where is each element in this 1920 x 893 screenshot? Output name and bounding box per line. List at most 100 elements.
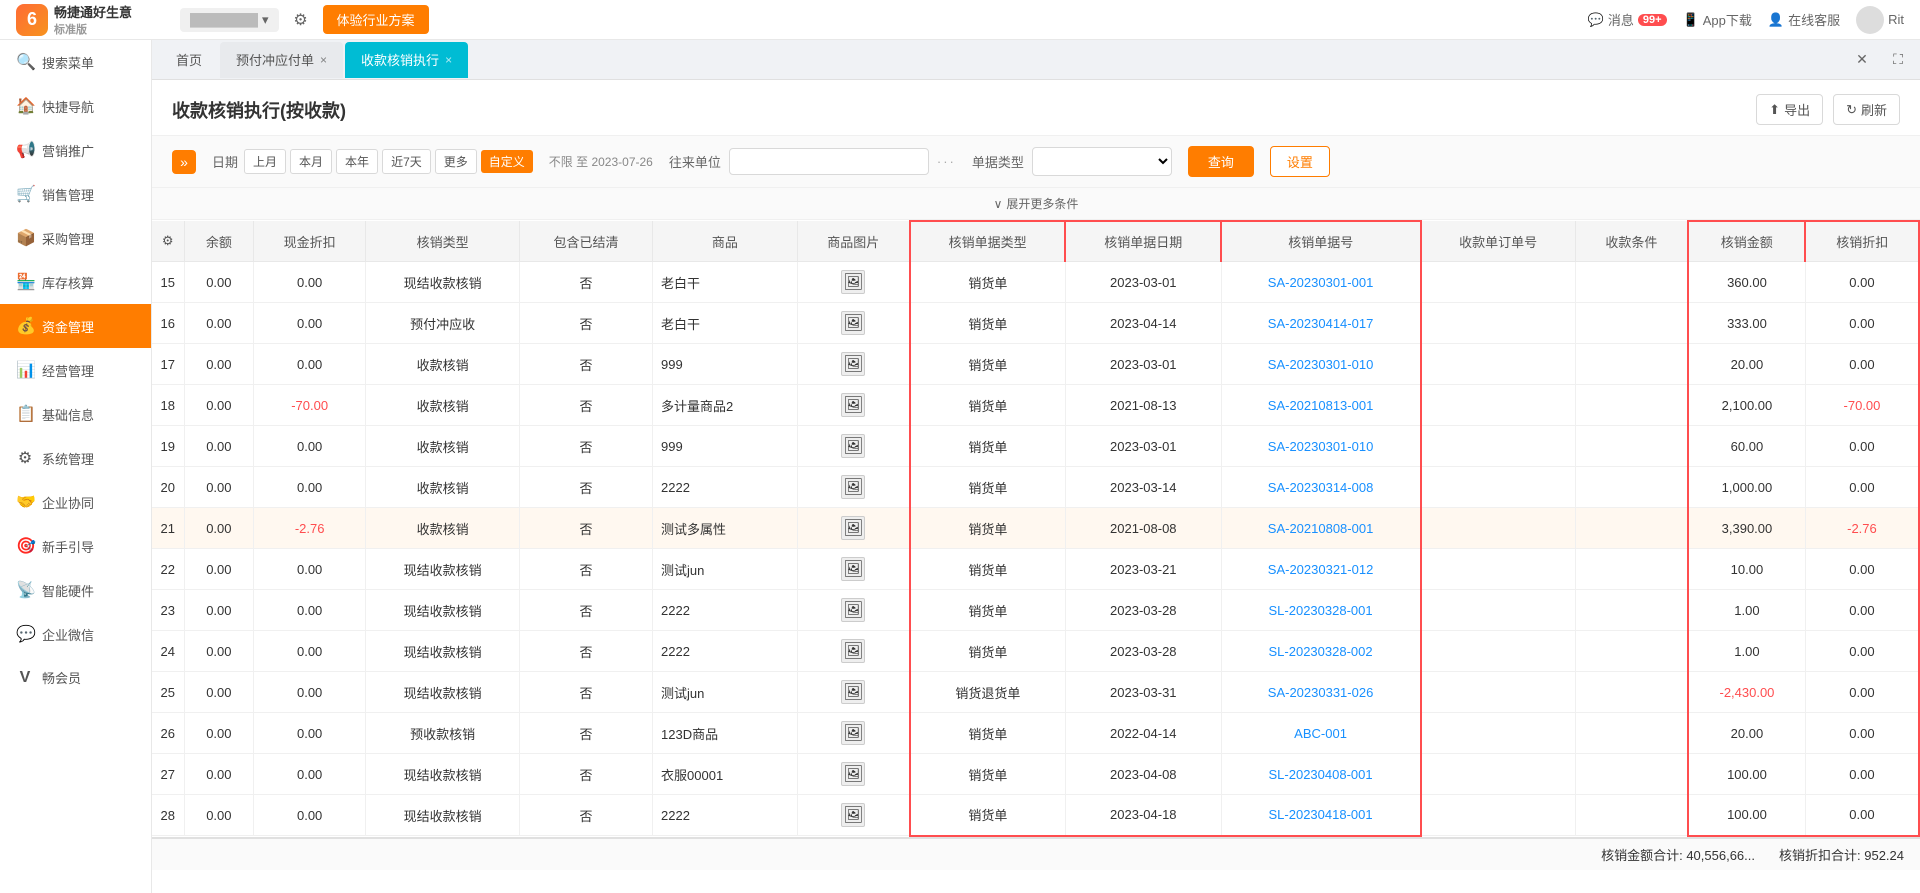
- td-verify-type: 现结收款核销: [366, 795, 520, 836]
- tab-prepaid-close[interactable]: ×: [320, 53, 327, 67]
- td-cash-discount: -2.76: [254, 508, 366, 549]
- sidebar-item-system[interactable]: ⚙ 系统管理: [0, 436, 151, 480]
- query-button[interactable]: 查询: [1188, 146, 1254, 177]
- beginner-icon: 🎯: [16, 536, 34, 556]
- td-verify-doc-no[interactable]: SL-20230328-002: [1221, 631, 1420, 672]
- export-button[interactable]: ⬆ 导出: [1756, 94, 1823, 125]
- th-verify-amount: 核销金额: [1688, 221, 1805, 262]
- td-verify-type: 收款核销: [366, 385, 520, 426]
- sidebar-item-beginner[interactable]: 🎯 新手引导: [0, 524, 151, 568]
- td-verify-doc-no[interactable]: SA-20230414-017: [1221, 303, 1420, 344]
- operations-icon: 📊: [16, 360, 34, 380]
- td-verify-doc-no[interactable]: SA-20230301-010: [1221, 344, 1420, 385]
- sidebar-label-sales: 销售管理: [42, 185, 94, 204]
- table-footer: 核销金额合计: 40,556,66... 核销折扣合计: 952.24: [152, 837, 1920, 870]
- online-service-button[interactable]: 👤 在线客服: [1768, 10, 1840, 29]
- top-bar-right: 💬 消息 99+ 📱 App下载 👤 在线客服 Rit: [1588, 6, 1904, 34]
- td-verify-type: 现结收款核销: [366, 672, 520, 713]
- filter-expand-button[interactable]: »: [172, 150, 196, 174]
- td-receipt-order-no: [1421, 631, 1576, 672]
- td-verify-amount: 100.00: [1688, 795, 1805, 836]
- refresh-button[interactable]: ↻ 刷新: [1833, 94, 1900, 125]
- td-cash-discount: -70.00: [254, 385, 366, 426]
- tab-home[interactable]: 首页: [160, 42, 218, 78]
- th-settings[interactable]: ⚙: [152, 221, 184, 262]
- td-product-image: 🖼: [797, 385, 910, 426]
- td-verify-doc-type: 销货单: [910, 590, 1066, 631]
- table-row: 270.000.00现结收款核销否衣服00001🖼销货单2023-04-08SL…: [152, 754, 1919, 795]
- search-icon: 🔍: [16, 52, 34, 72]
- sidebar-item-operations[interactable]: 📊 经营管理: [0, 348, 151, 392]
- tab-collection-verify[interactable]: 收款核销执行 ×: [345, 42, 468, 78]
- period-custom[interactable]: 自定义: [481, 150, 533, 173]
- user-avatar: [1856, 6, 1884, 34]
- sidebar-item-cooperation[interactable]: 🤝 企业协同: [0, 480, 151, 524]
- gear-button[interactable]: ⚙: [287, 6, 315, 34]
- td-verify-doc-type: 销货单: [910, 385, 1066, 426]
- td-verify-doc-no[interactable]: SA-20230314-008: [1221, 467, 1420, 508]
- setting-button[interactable]: 设置: [1270, 146, 1330, 177]
- td-verify-amount: 360.00: [1688, 262, 1805, 303]
- sidebar-item-smarthw[interactable]: 📡 智能硬件: [0, 568, 151, 612]
- td-verify-doc-no[interactable]: SA-20210808-001: [1221, 508, 1420, 549]
- td-include-settled: 否: [520, 590, 653, 631]
- td-cash-discount: 0.00: [254, 672, 366, 713]
- maximize-window-button[interactable]: ⛶: [1884, 46, 1912, 74]
- td-receipt-condition: [1575, 713, 1688, 754]
- th-verify-doc-no: 核销单据号: [1221, 221, 1420, 262]
- doc-type-select[interactable]: [1032, 147, 1172, 176]
- export-icon: ⬆: [1769, 102, 1780, 118]
- sidebar-item-search[interactable]: 🔍 搜索菜单: [0, 40, 151, 84]
- message-button[interactable]: 💬 消息 99+: [1588, 10, 1667, 29]
- tab-collection-verify-label: 收款核销执行: [361, 50, 439, 69]
- td-product-image: 🖼: [797, 672, 910, 713]
- close-window-button[interactable]: ✕: [1848, 46, 1876, 74]
- td-verify-doc-no[interactable]: SA-20230331-026: [1221, 672, 1420, 713]
- trial-button[interactable]: 体验行业方案: [323, 5, 429, 34]
- td-receipt-condition: [1575, 344, 1688, 385]
- td-row-no: 28: [152, 795, 184, 836]
- system-icon: ⚙: [16, 448, 34, 468]
- page-content: 收款核销执行(按收款) ⬆ 导出 ↻ 刷新 » 日期: [152, 80, 1920, 893]
- expand-more-button[interactable]: ∨ 展开更多条件: [984, 192, 1089, 215]
- td-balance: 0.00: [184, 631, 254, 672]
- header-actions: ⬆ 导出 ↻ 刷新: [1756, 94, 1900, 125]
- td-verify-doc-no[interactable]: SL-20230418-001: [1221, 795, 1420, 836]
- td-verify-doc-no[interactable]: ABC-001: [1221, 713, 1420, 754]
- company-selector[interactable]: ████████ ▾: [180, 8, 279, 32]
- sidebar-item-inventory[interactable]: 🏪 库存核算: [0, 260, 151, 304]
- sidebar-item-purchase[interactable]: 📦 采购管理: [0, 216, 151, 260]
- td-verify-doc-no[interactable]: SA-20230301-001: [1221, 262, 1420, 303]
- message-icon: 💬: [1588, 12, 1604, 28]
- sidebar-item-marketing[interactable]: 📢 营销推广: [0, 128, 151, 172]
- period-more[interactable]: 更多: [435, 149, 477, 174]
- sidebar-item-sales[interactable]: 🛒 销售管理: [0, 172, 151, 216]
- td-verify-doc-no[interactable]: SL-20230408-001: [1221, 754, 1420, 795]
- table-row: 220.000.00现结收款核销否测试jun🖼销货单2023-03-21SA-2…: [152, 549, 1919, 590]
- period-this-year[interactable]: 本年: [336, 149, 378, 174]
- td-product: 999: [653, 426, 798, 467]
- td-verify-doc-no[interactable]: SA-20210813-001: [1221, 385, 1420, 426]
- td-verify-type: 收款核销: [366, 467, 520, 508]
- brand-sub: 标准版: [54, 21, 132, 37]
- tab-collection-verify-close[interactable]: ×: [445, 53, 452, 67]
- td-verify-doc-no[interactable]: SA-20230301-010: [1221, 426, 1420, 467]
- period-this-month[interactable]: 本月: [290, 149, 332, 174]
- message-label: 消息: [1608, 10, 1634, 29]
- sidebar-item-quicknav[interactable]: 🏠 快捷导航: [0, 84, 151, 128]
- tab-prepaid[interactable]: 预付冲应付单 ×: [220, 42, 343, 78]
- sidebar-item-member[interactable]: V 畅会员: [0, 656, 151, 699]
- partner-input[interactable]: [729, 148, 929, 175]
- period-7days[interactable]: 近7天: [382, 149, 431, 174]
- td-receipt-order-no: [1421, 590, 1576, 631]
- td-verify-amount: 1.00: [1688, 590, 1805, 631]
- period-last-month[interactable]: 上月: [244, 149, 286, 174]
- sidebar-item-baseinfo[interactable]: 📋 基础信息: [0, 392, 151, 436]
- user-menu[interactable]: Rit: [1856, 6, 1904, 34]
- td-verify-doc-no[interactable]: SA-20230321-012: [1221, 549, 1420, 590]
- sidebar-item-wechat[interactable]: 💬 企业微信: [0, 612, 151, 656]
- app-download-button[interactable]: 📱 App下载: [1683, 10, 1752, 29]
- td-verify-doc-no[interactable]: SL-20230328-001: [1221, 590, 1420, 631]
- sidebar-item-finance[interactable]: 💰 资金管理: [0, 304, 151, 348]
- td-receipt-order-no: [1421, 754, 1576, 795]
